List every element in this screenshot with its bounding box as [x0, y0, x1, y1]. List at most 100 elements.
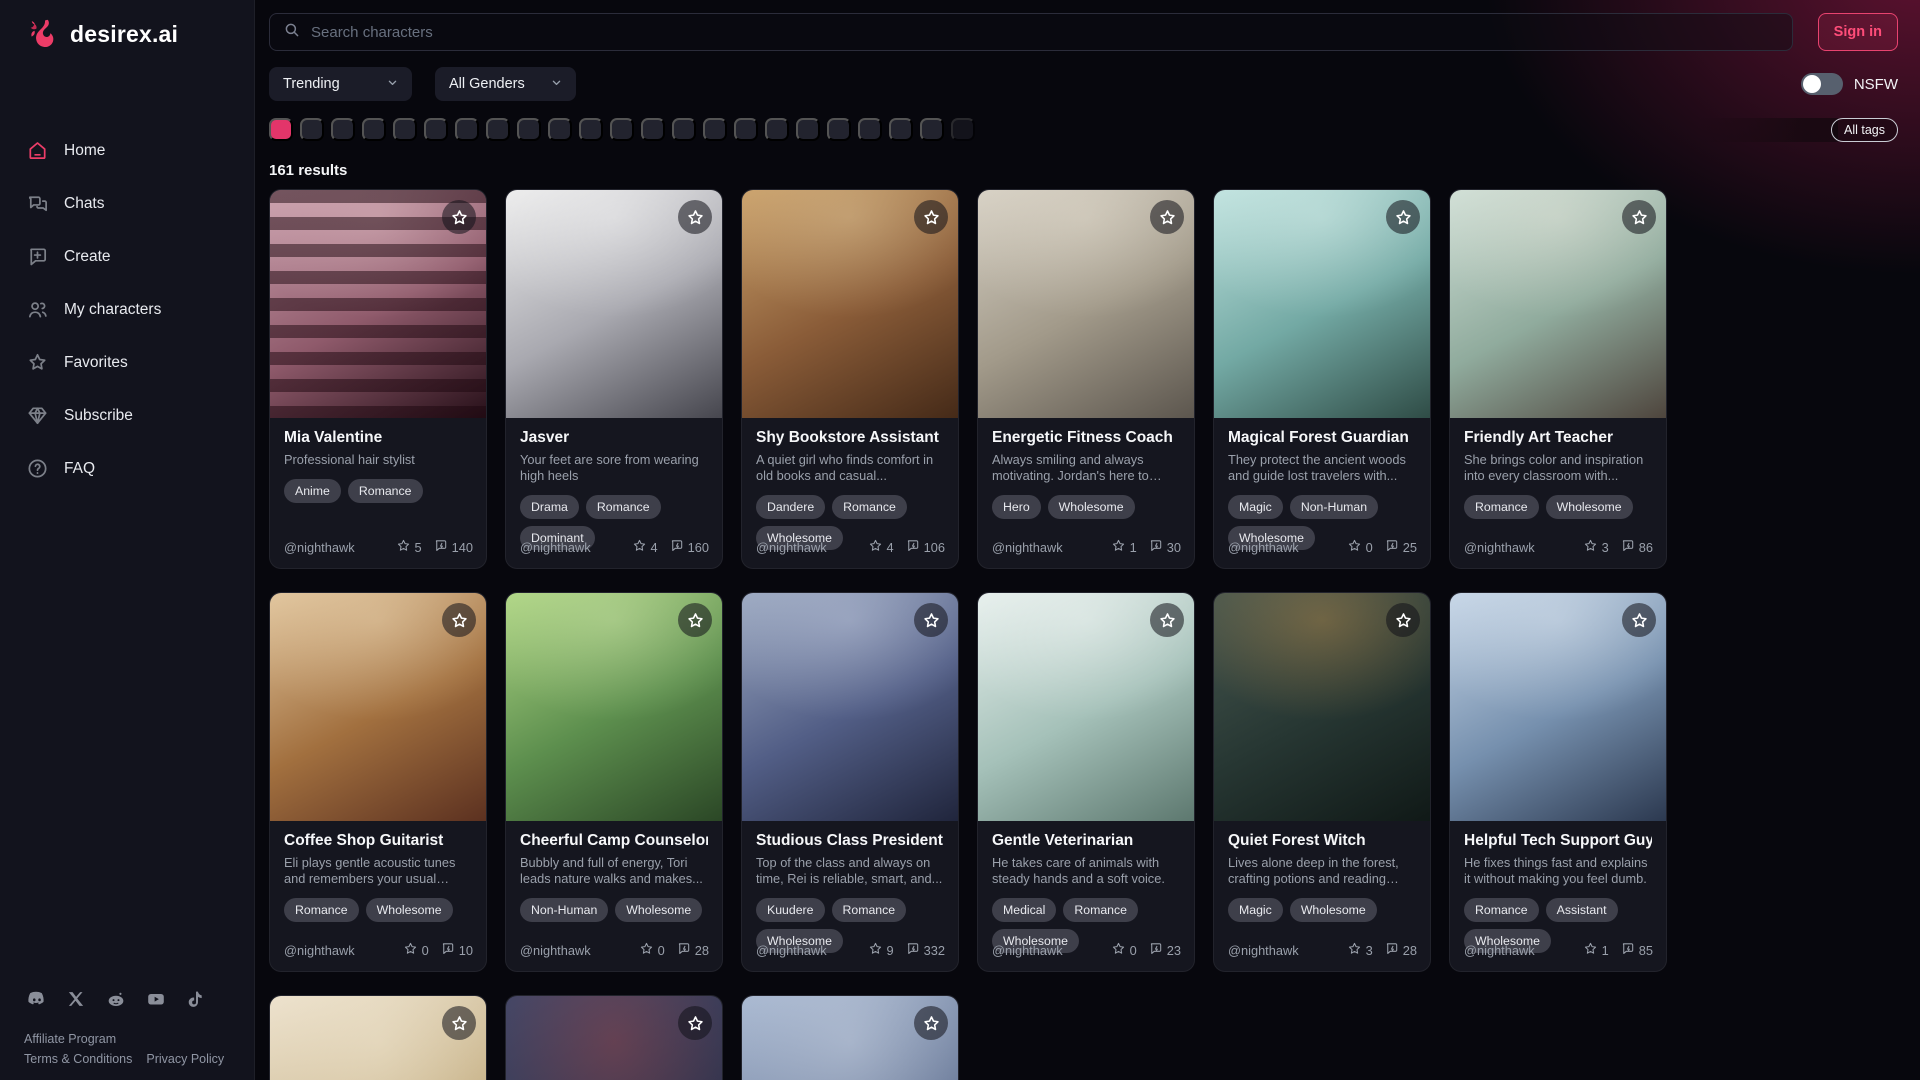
character-image	[506, 996, 722, 1080]
favorite-button[interactable]	[442, 603, 476, 637]
character-card[interactable]: Energetic Fitness Coach Always smiling a…	[977, 189, 1195, 569]
footer-link-privacy-policy[interactable]: Privacy Policy	[146, 1052, 224, 1066]
character-card[interactable]: Cheerful Camp Counselor Bubbly and full …	[505, 592, 723, 972]
sidebar-item-home[interactable]: Home	[0, 124, 254, 177]
search-input[interactable]	[311, 24, 1779, 41]
nsfw-toggle[interactable]	[1801, 73, 1843, 95]
tag-filter-pill[interactable]	[579, 118, 603, 141]
favorite-button[interactable]	[442, 200, 476, 234]
sidebar-item-faq[interactable]: FAQ	[0, 442, 254, 495]
character-card[interactable]: Helpful Tech Support Guy He fixes things…	[1449, 592, 1667, 972]
sign-in-button[interactable]: Sign in	[1818, 13, 1898, 51]
tag-filter-pill[interactable]	[858, 118, 882, 141]
tag-filter-pill[interactable]	[765, 118, 789, 141]
card-footer: @nighthawk 0 23	[992, 941, 1181, 959]
character-card[interactable]: Shy Bookstore Assistant A quiet girl who…	[741, 189, 959, 569]
favorite-button[interactable]	[1150, 603, 1184, 637]
footer-link-affiliate-program[interactable]: Affiliate Program	[24, 1032, 116, 1046]
favorite-button[interactable]	[442, 1006, 476, 1040]
reddit-social-icon[interactable]	[104, 987, 127, 1010]
comment-count-icon	[440, 941, 455, 959]
character-name: Cheerful Camp Counselor	[520, 832, 708, 850]
character-card[interactable]: Studious Class President Top of the clas…	[741, 592, 959, 972]
character-tag: Magic	[1228, 495, 1283, 519]
tag-filter-pill[interactable]	[424, 118, 448, 141]
tiktok-social-icon[interactable]	[184, 987, 207, 1010]
tag-filter-pill[interactable]	[796, 118, 820, 141]
character-card-partial[interactable]	[505, 995, 723, 1080]
favorite-button[interactable]	[914, 200, 948, 234]
comments-stat: 140	[433, 538, 473, 556]
x-social-icon[interactable]	[64, 987, 87, 1010]
tag-filter-pill[interactable]	[300, 118, 324, 141]
star-count-icon	[396, 538, 411, 556]
favorite-button[interactable]	[1386, 200, 1420, 234]
favorite-button[interactable]	[678, 603, 712, 637]
tag-filter-pill[interactable]	[827, 118, 851, 141]
character-name: Jasver	[520, 429, 708, 447]
footer-link-terms---conditions[interactable]: Terms & Conditions	[24, 1052, 132, 1066]
favorite-button[interactable]	[914, 603, 948, 637]
tag-filter-pill[interactable]	[703, 118, 727, 141]
favorite-star-icon	[1394, 611, 1413, 630]
sidebar-item-chats[interactable]: Chats	[0, 177, 254, 230]
card-body: Coffee Shop Guitarist Eli plays gentle a…	[270, 821, 486, 922]
gender-dropdown[interactable]: All Genders	[435, 67, 576, 101]
character-card[interactable]: Mia Valentine Professional hair stylist …	[269, 189, 487, 569]
comment-icon	[433, 538, 448, 553]
tag-filter-pill[interactable]	[672, 118, 696, 141]
sidebar-item-favorites[interactable]: Favorites	[0, 336, 254, 389]
tag-filter-pill[interactable]	[269, 118, 293, 141]
character-card[interactable]: Magical Forest Guardian They protect the…	[1213, 189, 1431, 569]
faq-icon	[26, 457, 49, 480]
tag-filter-pill[interactable]	[951, 118, 975, 141]
favorite-button[interactable]	[678, 1006, 712, 1040]
chevron-down-icon	[385, 75, 400, 90]
character-card-partial[interactable]	[269, 995, 487, 1080]
tag-filter-pill[interactable]	[393, 118, 417, 141]
discord-social-icon[interactable]	[24, 987, 47, 1010]
character-tag: Assistant	[1546, 898, 1618, 922]
star-count: 4	[651, 540, 658, 555]
favorite-button[interactable]	[914, 1006, 948, 1040]
character-card[interactable]: Quiet Forest Witch Lives alone deep in t…	[1213, 592, 1431, 972]
sidebar-item-my-characters[interactable]: My characters	[0, 283, 254, 336]
all-tags-button[interactable]: All tags	[1831, 118, 1898, 142]
character-card-partial[interactable]	[741, 995, 959, 1080]
tag-filter-pill[interactable]	[889, 118, 913, 141]
character-tag: Wholesome	[1546, 495, 1633, 519]
sidebar-item-subscribe[interactable]: Subscribe	[0, 389, 254, 442]
tag-filter-pill[interactable]	[362, 118, 386, 141]
favorite-button[interactable]	[1386, 603, 1420, 637]
sidebar-item-create[interactable]: Create	[0, 230, 254, 283]
character-card[interactable]: Gentle Veterinarian He takes care of ani…	[977, 592, 1195, 972]
star-count-icon	[1583, 538, 1598, 556]
character-card[interactable]: Coffee Shop Guitarist Eli plays gentle a…	[269, 592, 487, 972]
character-card[interactable]: Friendly Art Teacher She brings color an…	[1449, 189, 1667, 569]
sort-dropdown[interactable]: Trending	[269, 67, 412, 101]
favorite-button[interactable]	[1622, 603, 1656, 637]
tag-filter-pill[interactable]	[331, 118, 355, 141]
tag-filter-pill[interactable]	[455, 118, 479, 141]
card-footer: @nighthawk 3 86	[1464, 538, 1653, 556]
character-card[interactable]: Jasver Your feet are sore from wearing h…	[505, 189, 723, 569]
youtube-social-icon[interactable]	[144, 987, 167, 1010]
tag-filter-pill[interactable]	[920, 118, 944, 141]
tag-filter-pill[interactable]	[517, 118, 541, 141]
tag-filter-pill[interactable]	[610, 118, 634, 141]
tag-filter-pill[interactable]	[548, 118, 572, 141]
tag-filter-pill[interactable]	[641, 118, 665, 141]
favorite-button[interactable]	[1622, 200, 1656, 234]
comment-count-icon	[433, 538, 448, 556]
tiktok-icon	[185, 988, 207, 1010]
brand-logo[interactable]: desirex.ai	[0, 0, 254, 52]
results-count: 161 results	[269, 162, 1898, 179]
favorite-button[interactable]	[678, 200, 712, 234]
favorite-button[interactable]	[1150, 200, 1184, 234]
main-content: Sign in Trending All Genders NSFW	[255, 0, 1920, 1080]
tag-filter-pill[interactable]	[486, 118, 510, 141]
character-image	[742, 593, 958, 821]
character-image	[742, 190, 958, 418]
tag-filter-pill[interactable]	[734, 118, 758, 141]
sidebar: desirex.ai Home Chats Create My characte…	[0, 0, 255, 1080]
